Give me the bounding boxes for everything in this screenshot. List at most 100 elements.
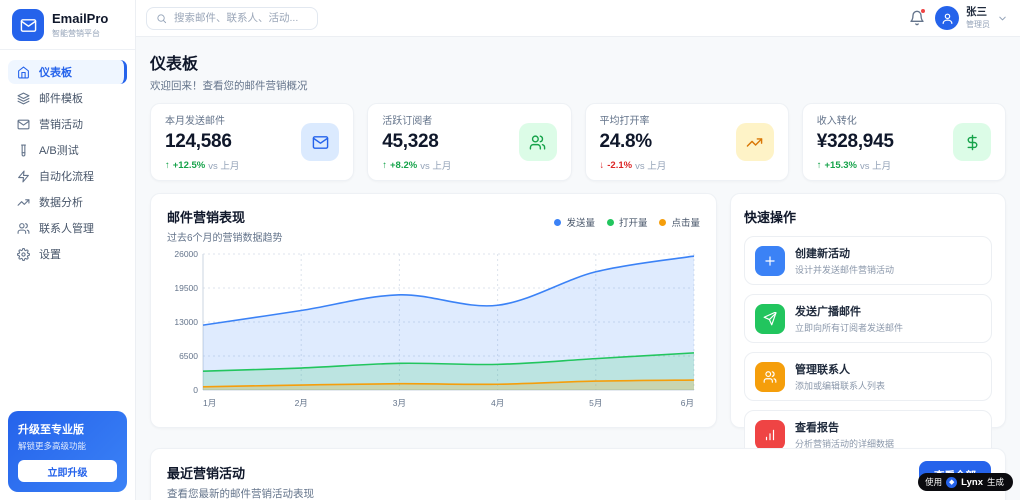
svg-text:0: 0 [193, 385, 198, 395]
badge-prefix: 使用 [925, 476, 942, 488]
svg-text:26000: 26000 [174, 249, 198, 259]
recent-title: 最近营销活动 [167, 463, 989, 482]
quick-action-create-campaign[interactable]: 创建新活动设计并发送邮件营销活动 [744, 236, 992, 285]
search-input[interactable] [174, 12, 308, 24]
sidebar-item-dashboard[interactable]: 仪表板 [8, 60, 127, 84]
stats-row: 本月发送邮件124,586↑+12.5%vs 上月活跃订阅者45,328↑+8.… [150, 103, 1006, 181]
test-tube-icon [17, 144, 30, 157]
legend-label: 发送量 [566, 215, 595, 229]
quick-actions-list: 创建新活动设计并发送邮件营销活动发送广播邮件立即向所有订阅者发送邮件管理联系人添… [744, 236, 992, 459]
arrow-up-icon: ↑ [817, 160, 822, 171]
chart-legend: 发送量打开量点击量 [554, 207, 700, 229]
stat-card: 收入转化¥328,945↑+15.3%vs 上月 [802, 103, 1006, 181]
sidebar-item-campaigns[interactable]: 营销活动 [8, 112, 127, 136]
chart-subtitle: 过去6个月的营销数据趋势 [167, 229, 283, 244]
stat-vs-label: vs 上月 [635, 158, 666, 172]
user-role: 管理员 [966, 19, 990, 30]
stat-change: ↑+15.3%vs 上月 [817, 158, 953, 172]
lynx-watermark-badge: 使用 ◆ Lynx 生成 [918, 473, 1013, 491]
stat-card: 本月发送邮件 124,586 ↑+12.5%vs 上月 [150, 103, 354, 181]
sidebar-item-contacts[interactable]: 联系人管理 [8, 216, 127, 240]
chevron-down-icon [997, 13, 1008, 24]
stat-vs-label: vs 上月 [860, 158, 891, 172]
sidebar-item-label: 数据分析 [39, 194, 83, 210]
brand-mail-icon [12, 9, 44, 41]
badge-brand: Lynx [961, 477, 983, 488]
legend-dot [659, 219, 666, 226]
layers-icon [17, 92, 30, 105]
legend-dot [554, 219, 561, 226]
quick-action-subtitle: 设计并发送邮件营销活动 [795, 263, 894, 276]
avatar [935, 6, 959, 30]
stat-change-pct: +8.2% [390, 160, 417, 171]
quick-action-send-broadcast[interactable]: 发送广播邮件立即向所有订阅者发送邮件 [744, 294, 992, 343]
legend-item: 发送量 [554, 215, 595, 229]
notification-dot [920, 8, 926, 14]
quick-actions-title: 快速操作 [744, 207, 992, 226]
upgrade-title: 升级至专业版 [18, 421, 117, 437]
quick-action-manage-contacts[interactable]: 管理联系人添加或编辑联系人列表 [744, 352, 992, 401]
sidebar-item-label: 邮件模板 [39, 90, 83, 106]
stat-value: 45,328 [382, 131, 518, 153]
sidebar-item-automation[interactable]: 自动化流程 [8, 164, 127, 188]
stat-change: ↑+8.2%vs 上月 [382, 158, 518, 172]
legend-dot [607, 219, 614, 226]
main-area: 张三 管理员 仪表板 欢迎回来！查看您的邮件营销概况 本月发送邮件124,586… [136, 0, 1020, 500]
svg-text:19500: 19500 [174, 283, 198, 293]
sidebar-item-templates[interactable]: 邮件模板 [8, 86, 127, 110]
sidebar-item-label: 联系人管理 [39, 220, 94, 236]
users-icon [519, 123, 557, 161]
stat-change-pct: +15.3% [825, 160, 858, 171]
sidebar: EmailPro 智能营销平台 仪表板邮件模板营销活动A/B测试自动化流程数据分… [0, 0, 136, 500]
stat-change-pct: -2.1% [607, 160, 632, 171]
sidebar-item-label: 设置 [39, 246, 61, 262]
svg-text:4月: 4月 [491, 398, 504, 408]
sidebar-item-settings[interactable]: 设置 [8, 242, 127, 266]
gear-icon [17, 248, 30, 261]
recent-subtitle: 查看您最新的邮件营销活动表现 [167, 486, 989, 500]
stat-vs-label: vs 上月 [208, 158, 239, 172]
user-icon [941, 12, 954, 25]
upgrade-subtitle: 解锁更多高级功能 [18, 440, 117, 452]
send-icon [755, 304, 785, 334]
svg-text:3月: 3月 [393, 398, 406, 408]
notifications-button[interactable] [909, 10, 925, 26]
area-chart: 065001300019500260001月2月3月4月5月6月 [167, 246, 700, 414]
arrow-up-icon: ↑ [165, 160, 170, 171]
stat-label: 收入转化 [817, 112, 953, 127]
user-menu[interactable]: 张三 管理员 [935, 6, 1008, 30]
zap-icon [17, 170, 30, 183]
performance-chart-card: 邮件营销表现 过去6个月的营销数据趋势 发送量打开量点击量 0650013000… [150, 193, 717, 428]
bar-chart-icon [755, 420, 785, 450]
search-box[interactable] [146, 7, 318, 30]
arrow-up-icon: ↑ [382, 160, 387, 171]
arrow-down-icon: ↓ [600, 160, 605, 171]
stat-change-pct: +12.5% [173, 160, 206, 171]
search-icon [156, 13, 167, 24]
stat-label: 本月发送邮件 [165, 112, 301, 127]
svg-text:6月: 6月 [681, 398, 694, 408]
dashboard-content: 仪表板 欢迎回来！查看您的邮件营销概况 本月发送邮件124,586↑+12.5%… [136, 37, 1020, 500]
stat-value: 124,586 [165, 131, 301, 153]
upgrade-button[interactable]: 立即升级 [18, 460, 117, 482]
badge-suffix: 生成 [987, 476, 1004, 488]
sidebar-item-ab-test[interactable]: A/B测试 [8, 138, 127, 162]
stat-change: ↓-2.1%vs 上月 [600, 158, 736, 172]
plus-icon [755, 246, 785, 276]
quick-action-title: 发送广播邮件 [795, 303, 903, 319]
stat-change: ↑+12.5%vs 上月 [165, 158, 301, 172]
sidebar-item-analytics[interactable]: 数据分析 [8, 190, 127, 214]
stat-label: 活跃订阅者 [382, 112, 518, 127]
brand-name: EmailPro [52, 11, 108, 27]
user-name: 张三 [966, 6, 990, 19]
mail-icon [17, 118, 30, 131]
stat-card: 活跃订阅者 45,328 ↑+8.2%vs 上月 [367, 103, 571, 181]
svg-text:6500: 6500 [179, 351, 198, 361]
quick-actions-card: 快速操作 创建新活动设计并发送邮件营销活动发送广播邮件立即向所有订阅者发送邮件管… [730, 193, 1006, 428]
mail-icon [301, 123, 339, 161]
chart-title: 邮件营销表现 [167, 207, 283, 226]
topbar: 张三 管理员 [136, 0, 1020, 37]
svg-text:1月: 1月 [203, 398, 216, 408]
users-icon [17, 222, 30, 235]
legend-label: 点击量 [671, 215, 700, 229]
